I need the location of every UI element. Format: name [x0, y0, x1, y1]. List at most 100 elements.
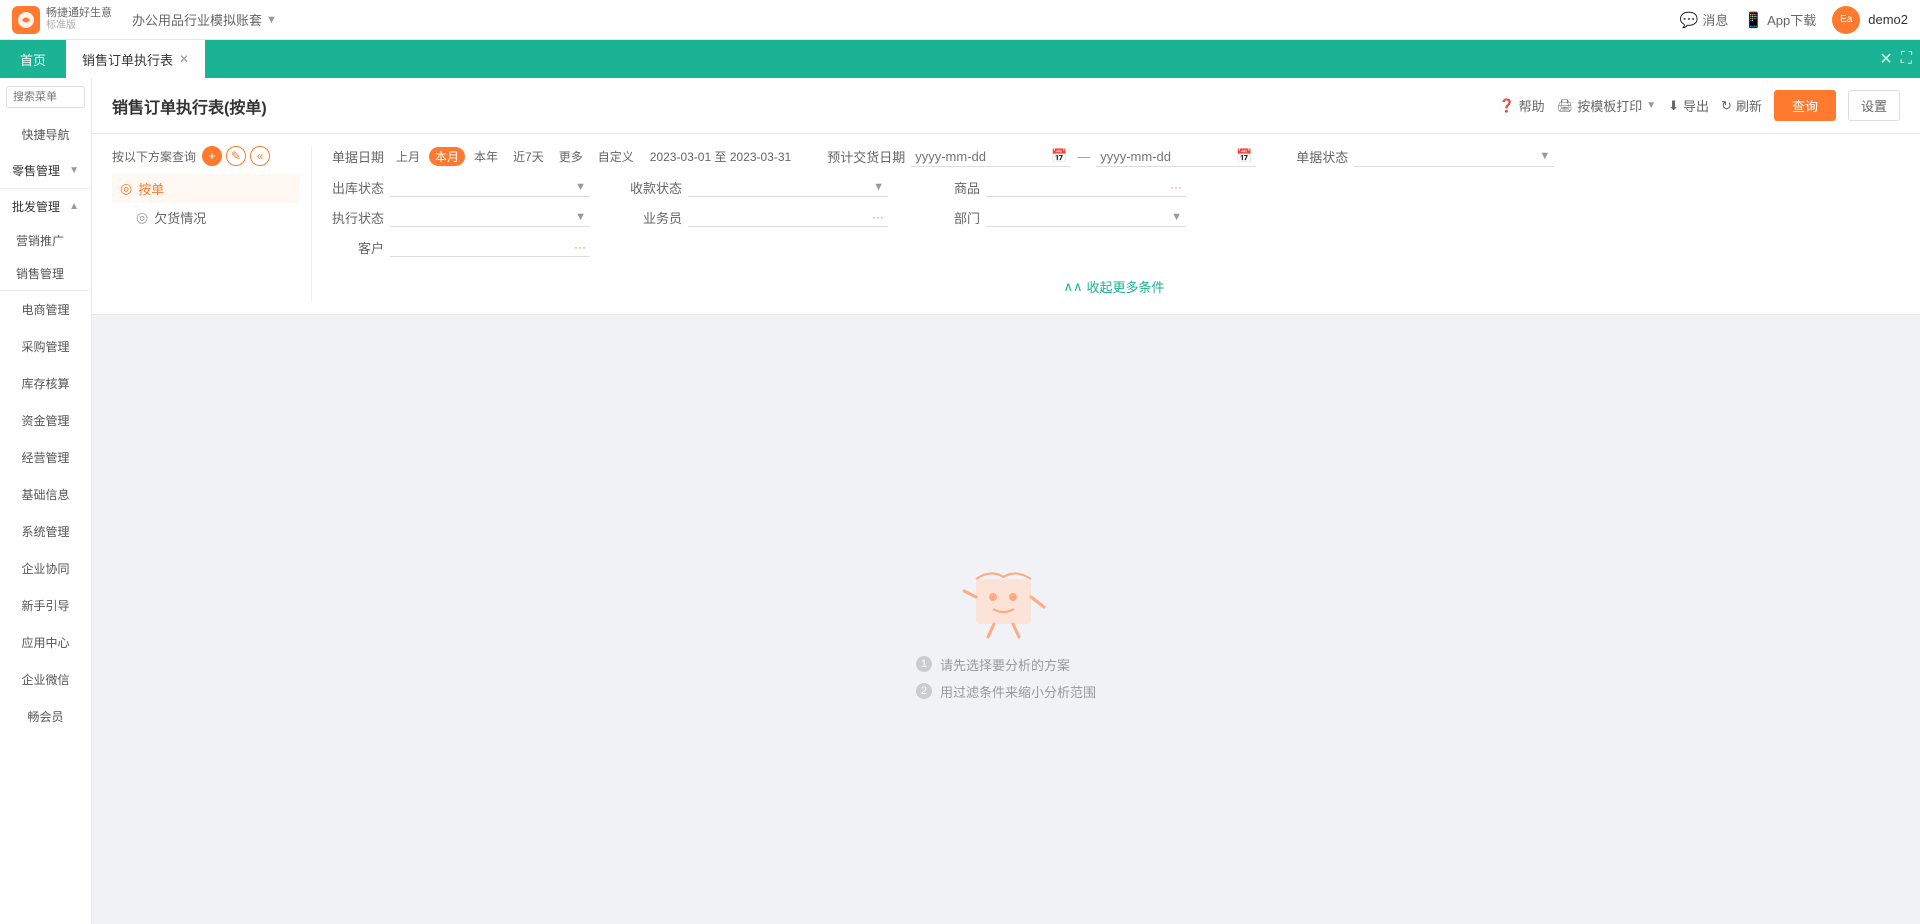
settings-button[interactable]: 设置 — [1848, 90, 1900, 121]
expected-date-end-input[interactable] — [1100, 149, 1236, 164]
page-header: 销售订单执行表(按单) ❓ 帮助 🖨 按模板打印 ▼ ⬇ 导出 ↻ 刷新 — [92, 78, 1920, 134]
step-1-num: 1 — [916, 656, 932, 672]
plan-section-label: 按以下方案查询 — [112, 148, 196, 165]
sidebar-item-wholesale[interactable]: 批发管理 ▲ — [0, 189, 91, 224]
customer-input[interactable] — [394, 239, 574, 254]
tab-sales-order[interactable]: 销售订单执行表 ✕ — [66, 40, 205, 78]
refresh-btn[interactable]: ↻ 刷新 — [1721, 96, 1762, 115]
app-download-btn[interactable]: 📱 App下载 — [1744, 10, 1816, 29]
maximize-icon[interactable]: ⛶ — [1901, 50, 1912, 68]
expected-date-start-input[interactable] — [915, 149, 1051, 164]
step-2-num: 2 — [916, 683, 932, 699]
sidebar-item-inventory[interactable]: 库存核算 — [0, 365, 91, 402]
sidebar-item-enterprise[interactable]: 企业协同 — [0, 550, 91, 587]
tab-home[interactable]: 首页 — [0, 40, 66, 78]
sidebar-item-wholesale-label: 批发管理 — [12, 198, 60, 215]
sidebar-item-marketing[interactable]: 营销推广 — [0, 224, 91, 257]
goods-input[interactable] — [990, 179, 1170, 194]
filter-plan-section: 按以下方案查询 + ✎ « ◎ 按单 ◎ 欠货情况 — [112, 146, 312, 302]
sidebar-section-wholesale: 批发管理 ▲ 营销推广 销售管理 — [0, 189, 91, 291]
sidebar-item-sales[interactable]: 销售管理 — [0, 257, 91, 290]
status-input[interactable] — [1358, 149, 1539, 164]
goods-more-icon[interactable]: ··· — [1170, 180, 1182, 194]
salesperson-label: 业务员 — [626, 208, 682, 227]
status-dropdown-icon[interactable]: ▼ — [1539, 150, 1550, 162]
sidebar-item-retail[interactable]: 零售管理 ▼ — [0, 153, 91, 188]
filter-fields: 单据日期 上月 本月 本年 近7天 更多 自定义 2023-03-01 至 20… — [312, 146, 1900, 302]
date-tag-custom[interactable]: 自定义 — [592, 147, 640, 166]
date-tag-7days[interactable]: 近7天 — [507, 147, 550, 166]
department-group: 部门 ▼ — [924, 207, 1186, 227]
sidebar-item-ecommerce[interactable]: 电商管理 — [0, 291, 91, 328]
sidebar-item-system[interactable]: 系统管理 — [0, 513, 91, 550]
export-btn[interactable]: ⬇ 导出 — [1668, 96, 1709, 115]
customer-label: 客户 — [328, 238, 384, 257]
status-select-wrap: ▼ — [1354, 147, 1554, 167]
sidebar-item-operation[interactable]: 经营管理 — [0, 439, 91, 476]
search-input[interactable] — [6, 86, 85, 108]
sidebar-item-guide[interactable]: 新手引导 — [0, 587, 91, 624]
page-title: 销售订单执行表(按单) — [112, 94, 267, 130]
calendar-icon-2[interactable]: 📅 — [1236, 148, 1252, 164]
empty-illustration — [956, 539, 1056, 639]
help-btn[interactable]: ❓ 帮助 — [1498, 96, 1544, 115]
top-bar-left: 畅捷通好生意 标准版 办公用品行业模拟账套 ▼ — [12, 6, 277, 34]
export-icon: ⬇ — [1668, 98, 1679, 114]
collapse-plan-btn[interactable]: « — [250, 146, 270, 166]
filter-panel: 按以下方案查询 + ✎ « ◎ 按单 ◎ 欠货情况 — [92, 134, 1920, 315]
message-btn[interactable]: 💬 消息 — [1680, 10, 1729, 29]
outbound-dropdown-icon[interactable]: ▼ — [575, 181, 586, 193]
department-dropdown-icon[interactable]: ▼ — [1171, 211, 1182, 223]
sidebar-item-wechat[interactable]: 企业微信 — [0, 661, 91, 698]
collapse-filter-btn[interactable]: ∧∧ 收起更多条件 — [1063, 271, 1164, 302]
date-tag-this-month[interactable]: 本月 — [429, 147, 465, 166]
department-input[interactable] — [990, 209, 1171, 224]
payment-dropdown-icon[interactable]: ▼ — [873, 181, 884, 193]
salesperson-input[interactable] — [692, 209, 872, 224]
sidebar-item-purchase[interactable]: 采购管理 — [0, 328, 91, 365]
plan-item-按单[interactable]: ◎ 按单 — [112, 174, 299, 203]
sidebar-item-quick-nav-label: 快捷导航 — [21, 126, 69, 143]
salesperson-more-icon[interactable]: ··· — [872, 210, 884, 224]
goods-input-wrap: ··· — [986, 177, 1186, 197]
tab-bar-right: ✕ ⛶ — [1879, 49, 1920, 69]
customer-more-icon[interactable]: ··· — [574, 240, 586, 254]
plan-item-欠货情况[interactable]: ◎ 欠货情况 — [112, 203, 299, 232]
sidebar-item-sales-label: 销售管理 — [16, 265, 64, 282]
edit-plan-btn[interactable]: ✎ — [226, 146, 246, 166]
add-plan-btn[interactable]: + — [202, 146, 222, 166]
tab-bar: 首页 销售订单执行表 ✕ ✕ ⛶ — [0, 40, 1920, 78]
execution-group: 执行状态 ▼ — [328, 207, 590, 227]
empty-step-1: 1 请先选择要分析的方案 — [916, 655, 1096, 674]
date-tag-this-year[interactable]: 本年 — [468, 147, 504, 166]
template-print-btn[interactable]: 🖨 按模板打印 ▼ — [1557, 96, 1656, 115]
execution-dropdown-icon[interactable]: ▼ — [575, 211, 586, 223]
tab-close-icon[interactable]: ✕ — [179, 52, 189, 66]
sidebar-item-finance[interactable]: 资金管理 — [0, 402, 91, 439]
customer-group: 客户 ··· — [328, 237, 590, 257]
breadcrumb-arrow-icon[interactable]: ▼ — [266, 14, 277, 26]
sidebar-item-quick-nav[interactable]: 快捷导航 — [0, 116, 91, 153]
avatar: Ea — [1832, 6, 1860, 34]
user-area[interactable]: Ea demo2 — [1832, 6, 1908, 34]
sidebar-item-appstore[interactable]: 应用中心 — [0, 624, 91, 661]
sidebar-item-basic[interactable]: 基础信息 — [0, 476, 91, 513]
date-tag-more[interactable]: 更多 — [553, 147, 589, 166]
step-2-text: 用过滤条件来缩小分析范围 — [940, 682, 1096, 701]
filter-row-4: 客户 ··· — [328, 237, 1900, 257]
plan-sub-icon: ◎ — [136, 209, 148, 226]
payment-input[interactable] — [692, 179, 873, 194]
template-print-arrow-icon: ▼ — [1646, 100, 1656, 111]
calendar-icon-1[interactable]: 📅 — [1051, 148, 1067, 164]
content-area: 销售订单执行表(按单) ❓ 帮助 🖨 按模板打印 ▼ ⬇ 导出 ↻ 刷新 — [92, 78, 1920, 924]
logo-icon — [12, 6, 40, 34]
query-button[interactable]: 查询 — [1774, 90, 1836, 121]
outbound-input[interactable] — [394, 179, 575, 194]
sidebar: 快捷导航 零售管理 ▼ 批发管理 ▲ 营销推广 销售管理 电商管理 采购管理 — [0, 78, 92, 924]
expected-date-label: 预计交货日期 — [827, 147, 905, 166]
execution-input[interactable] — [394, 209, 575, 224]
close-window-icon[interactable]: ✕ — [1879, 49, 1892, 69]
date-tag-last-month[interactable]: 上月 — [390, 147, 426, 166]
sidebar-item-member[interactable]: 畅会员 — [0, 698, 91, 735]
expected-date-end: 📅 — [1096, 146, 1256, 167]
